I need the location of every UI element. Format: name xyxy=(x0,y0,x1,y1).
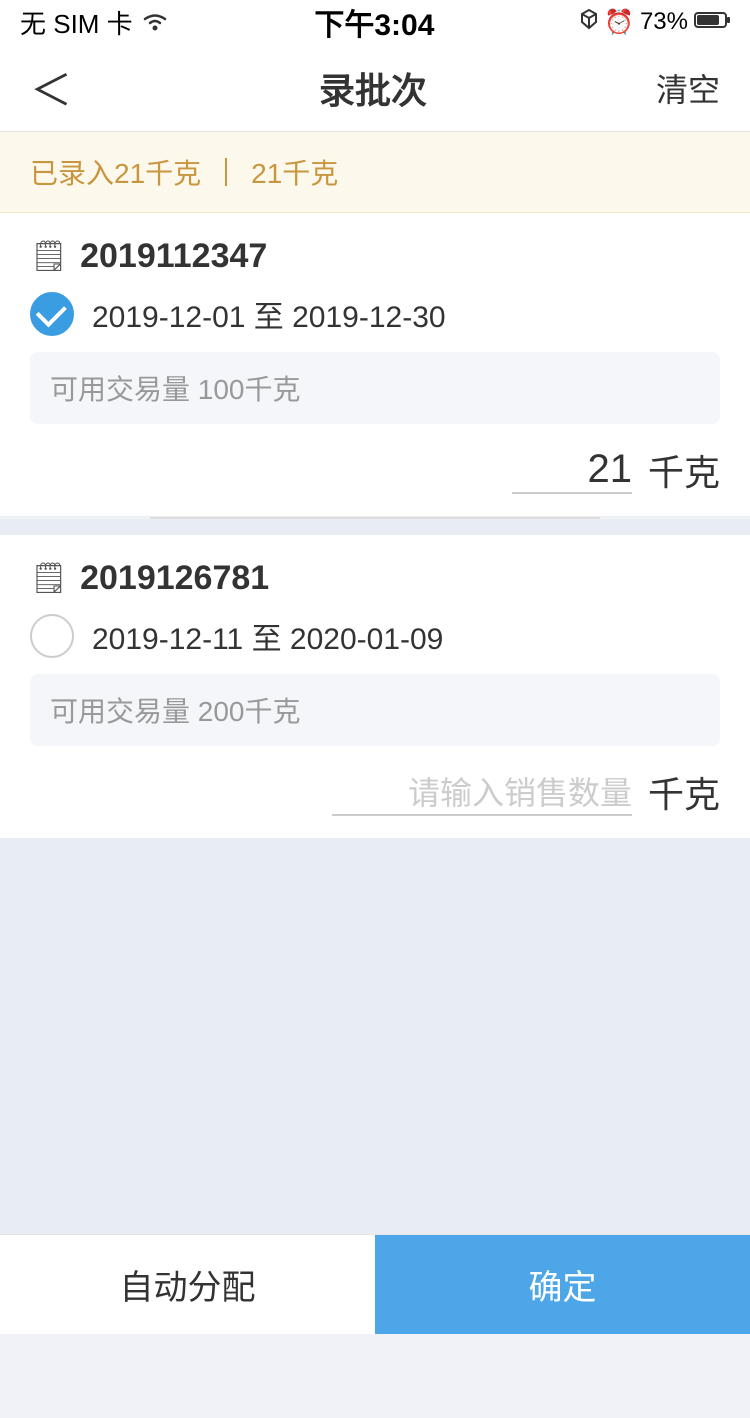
radio-1[interactable] xyxy=(30,292,74,336)
batch-id-1: 2019112347 xyxy=(80,237,267,276)
batch-date-1: 2019-12-01 至 2019-12-30 xyxy=(92,292,446,336)
location-icon xyxy=(580,8,598,37)
batch-qty-box-2: 可用交易量 200千克 xyxy=(30,674,720,746)
batch-id-2: 2019126781 xyxy=(80,559,269,598)
recorded-label: 已录入21千克 xyxy=(30,152,201,192)
battery-text: 73% xyxy=(640,8,688,36)
batch-date-row-1[interactable]: 2019-12-01 至 2019-12-30 xyxy=(30,292,720,336)
wifi-icon xyxy=(141,7,169,38)
recorded-value: 21千克 xyxy=(251,152,338,192)
batch-icon-1: 🗒 xyxy=(30,239,68,274)
back-button[interactable]: ＜ xyxy=(30,57,90,118)
qty-value-1[interactable]: 21 xyxy=(587,447,632,491)
info-divider xyxy=(225,158,227,186)
status-right: ⏰ 73% xyxy=(580,8,730,37)
batch-qty-1: 可用交易量 100千克 xyxy=(50,374,301,405)
radio-2[interactable] xyxy=(30,614,74,658)
bottom-bar: 自动分配 确定 xyxy=(0,1234,750,1334)
qty-input-2[interactable]: 请输入销售数量 xyxy=(332,768,632,816)
qty-placeholder-2[interactable]: 请输入销售数量 xyxy=(408,775,632,811)
battery-icon xyxy=(694,8,730,36)
batch-qty-2: 可用交易量 200千克 xyxy=(50,696,301,727)
qty-row-2[interactable]: 请输入销售数量 千克 xyxy=(0,746,750,838)
status-time: 下午3:04 xyxy=(314,0,434,44)
batch-header-1: 🗒 2019112347 xyxy=(30,237,720,276)
qty-unit-2: 千克 xyxy=(648,766,720,818)
status-left: 无 SIM 卡 xyxy=(20,4,169,41)
batch-item-1: 🗒 2019112347 2019-12-01 至 2019-12-30 可用交… xyxy=(0,213,750,424)
alarm-icon: ⏰ xyxy=(604,8,634,37)
section-divider xyxy=(0,519,750,535)
batch-icon-2: 🗒 xyxy=(30,561,68,596)
clear-button[interactable]: 清空 xyxy=(656,65,720,111)
info-banner: 已录入21千克 21千克 xyxy=(0,132,750,213)
qty-input-1[interactable]: 21 xyxy=(512,447,632,494)
page-title: 录批次 xyxy=(319,62,427,114)
batch-date-row-2[interactable]: 2019-12-11 至 2020-01-09 xyxy=(30,614,720,658)
status-bar: 无 SIM 卡 下午3:04 ⏰ 73% xyxy=(0,0,750,44)
batch-item-2: 🗒 2019126781 2019-12-11 至 2020-01-09 可用交… xyxy=(0,535,750,746)
batch-header-2: 🗒 2019126781 xyxy=(30,559,720,598)
auto-assign-button[interactable]: 自动分配 xyxy=(0,1235,375,1334)
batch-qty-box-1: 可用交易量 100千克 xyxy=(30,352,720,424)
qty-row-1[interactable]: 21 千克 xyxy=(0,424,750,517)
batch-date-2: 2019-12-11 至 2020-01-09 xyxy=(92,614,443,658)
qty-unit-1: 千克 xyxy=(648,444,720,496)
nav-bar: ＜ 录批次 清空 xyxy=(0,44,750,132)
confirm-button[interactable]: 确定 xyxy=(375,1235,750,1334)
sim-label: 无 SIM 卡 xyxy=(20,4,133,41)
